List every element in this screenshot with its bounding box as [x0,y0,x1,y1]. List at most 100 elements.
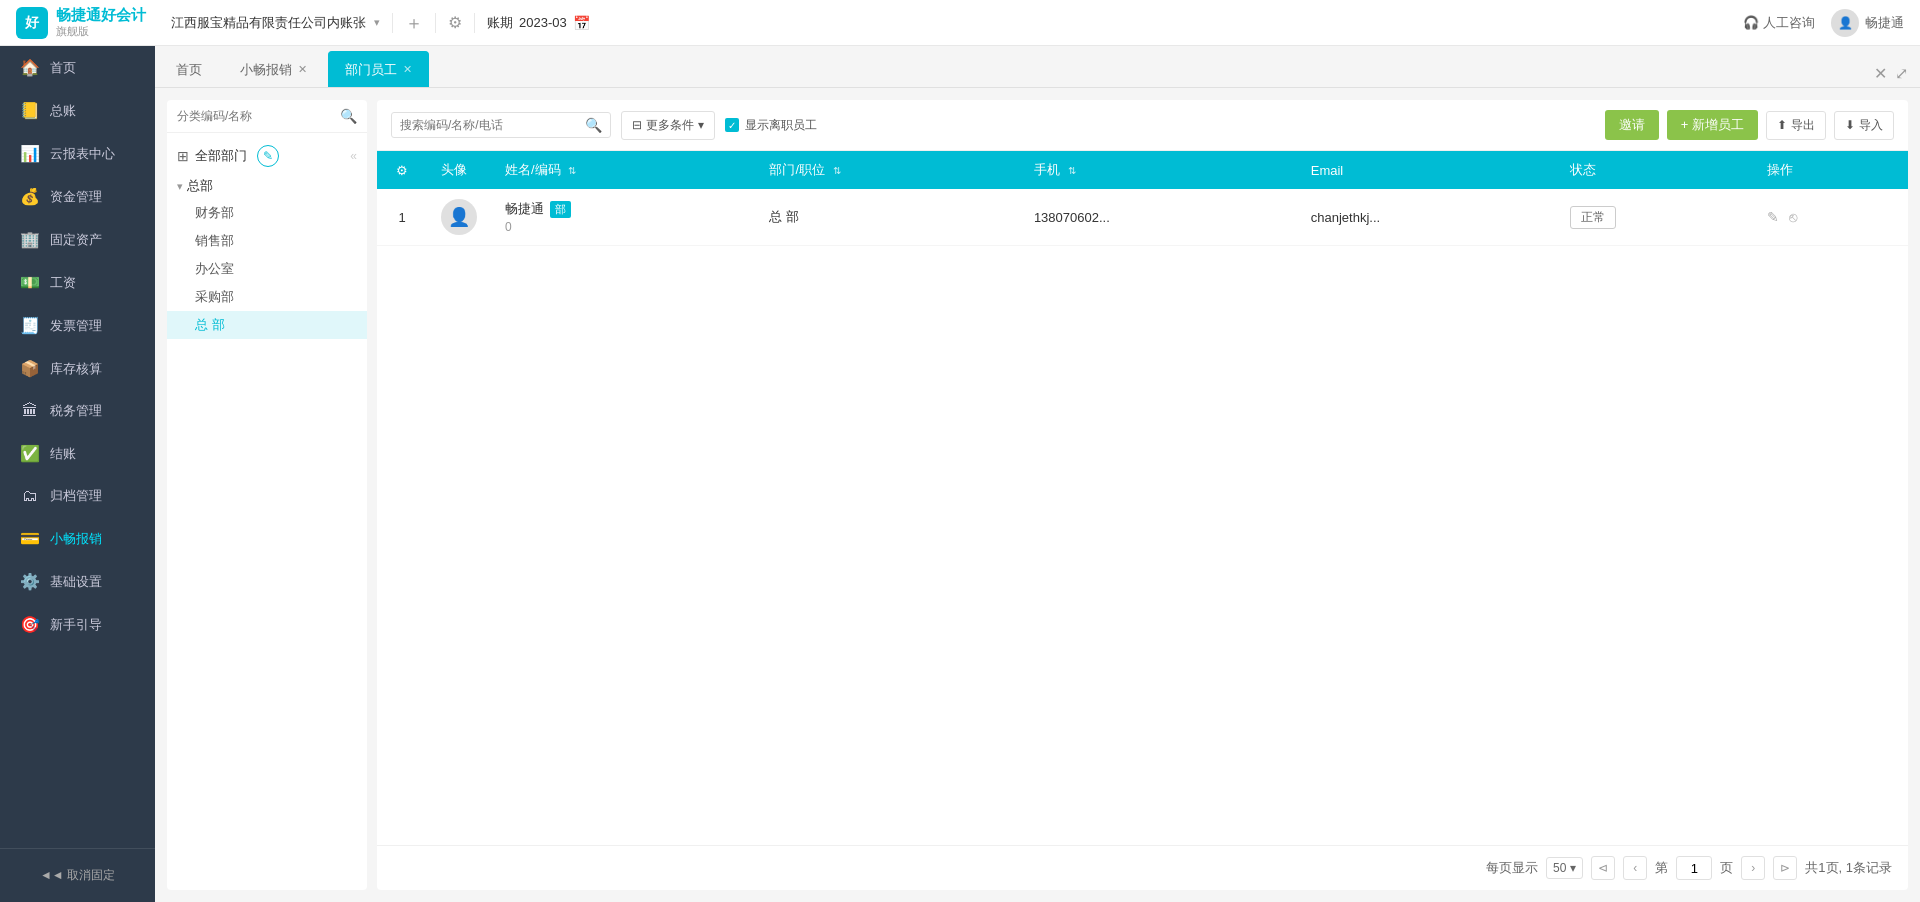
sidebar-item-inventory[interactable]: 📦 库存核算 [0,347,155,390]
page-next-button[interactable]: › [1741,856,1765,880]
tab-xiaochang[interactable]: 小畅报销 ✕ [223,51,324,87]
service-button[interactable]: 🎧 人工咨询 [1743,14,1815,32]
page-input[interactable] [1676,856,1712,880]
per-page-select[interactable]: 50 ▾ [1546,857,1583,879]
show-resigned-checkbox[interactable]: ✓ [725,118,739,132]
cell-mobile: 138070602... [1020,189,1297,246]
sidebar-item-guide[interactable]: 🎯 新手引导 [0,603,155,646]
sidebar-label-salary: 工资 [50,274,76,292]
cell-name: 畅捷通 部 0 [491,189,755,246]
logout-icon[interactable]: ⎋ [1789,209,1797,225]
cancel-fixed-label: ◄◄ 取消固定 [40,867,115,884]
cell-email: chanjethkj... [1297,189,1556,246]
sidebar-item-assets-mgmt[interactable]: 💰 资金管理 [0,175,155,218]
sort-name-icon: ⇅ [568,165,576,176]
filter-arrow-icon: ▾ [698,118,704,132]
assets-mgmt-icon: 💰 [20,187,40,206]
add-employee-button[interactable]: + 新增员工 [1667,110,1758,140]
logo-icon: 好 [16,7,48,39]
dept-child-sales-label: 销售部 [195,233,234,248]
tab-close-all-icon[interactable]: ✕ [1874,64,1887,83]
per-page-label: 每页显示 [1486,859,1538,877]
sidebar-item-reports[interactable]: 📊 云报表中心 [0,132,155,175]
dept-child-office[interactable]: 办公室 [167,255,367,283]
all-dept-item[interactable]: ⊞ 全部部门 ✎ « [167,139,367,173]
dept-search-icon[interactable]: 🔍 [340,108,357,124]
sidebar-item-archive[interactable]: 🗂 归档管理 [0,475,155,517]
sidebar-item-home[interactable]: 🏠 首页 [0,46,155,89]
tab-department[interactable]: 部门员工 ✕ [328,51,429,87]
sidebar-label-assets-mgmt: 资金管理 [50,188,102,206]
page-first-button[interactable]: ⊲ [1591,856,1615,880]
add-company-button[interactable]: ＋ [405,11,423,35]
headset-icon: 🎧 [1743,15,1759,30]
tab-department-close-icon[interactable]: ✕ [403,63,412,76]
sidebar-label-home: 首页 [50,59,76,77]
company-dropdown-icon[interactable]: ▾ [374,16,380,29]
page-prev-button[interactable]: ‹ [1623,856,1647,880]
sidebar-item-tax[interactable]: 🏛 税务管理 [0,390,155,432]
sidebar-item-salary[interactable]: 💵 工资 [0,261,155,304]
tab-xiaochang-close-icon[interactable]: ✕ [298,63,307,76]
collapse-icon[interactable]: « [350,149,357,163]
col-name[interactable]: 姓名/编码 ⇅ [491,151,755,189]
export-label: 导出 [1791,117,1815,134]
dept-child-sales[interactable]: 销售部 [167,227,367,255]
header-sep-2 [435,13,436,33]
sidebar-item-invoice[interactable]: 🧾 发票管理 [0,304,155,347]
table-header-row: ⚙ 头像 姓名/编码 ⇅ 部门/职位 ⇅ 手机 ⇅ Email 状态 操作 [377,151,1908,189]
tax-icon: 🏛 [20,402,40,420]
edition-label: 旗舰版 [56,24,146,39]
dept-edit-button[interactable]: ✎ [257,145,279,167]
header-sep-3 [474,13,475,33]
basic-settings-icon: ⚙️ [20,572,40,591]
tab-expand-icon[interactable]: ⤢ [1895,64,1908,83]
guide-icon: 🎯 [20,615,40,634]
sidebar-item-fixed-assets[interactable]: 🏢 固定资产 [0,218,155,261]
calendar-icon[interactable]: 📅 [573,15,590,31]
sidebar-item-basic-settings[interactable]: ⚙️ 基础设置 [0,560,155,603]
sidebar-item-ledger[interactable]: 📒 总账 [0,89,155,132]
table-row: 1 👤 畅捷通 部 0 [377,189,1908,246]
tab-home[interactable]: 首页 [159,51,219,87]
dept-parent-general[interactable]: ▾ 总部 [167,173,367,199]
col-dept[interactable]: 部门/职位 ⇅ [755,151,1019,189]
col-mobile[interactable]: 手机 ⇅ [1020,151,1297,189]
export-button[interactable]: ⬆ 导出 [1766,111,1826,140]
period-value: 2023-03 [519,15,567,30]
employee-avatar: 👤 [441,199,477,235]
tab-xiaochang-label: 小畅报销 [240,61,292,79]
cell-action: ✎ ⎋ [1753,189,1908,246]
sidebar-item-xiaochang[interactable]: 💳 小畅报销 [0,517,155,560]
status-badge: 正常 [1570,206,1616,229]
action-buttons: ✎ ⎋ [1767,209,1894,225]
page-suffix: 页 [1720,859,1733,877]
show-resigned-toggle[interactable]: ✓ 显示离职员工 [725,117,817,134]
dept-child-finance[interactable]: 财务部 [167,199,367,227]
company-name: 江西服宝精品有限责任公司内账张 [171,14,366,32]
settings-icon[interactable]: ⚙ [448,13,462,32]
employee-search-input[interactable] [400,118,579,132]
cell-num: 1 [377,189,427,246]
user-area[interactable]: 👤 畅捷通 [1831,9,1904,37]
sidebar-label-invoice: 发票管理 [50,317,102,335]
app-name: 畅捷通好会计 [56,6,146,24]
employee-search-icon[interactable]: 🔍 [585,117,602,133]
username: 畅捷通 [1865,14,1904,32]
per-page-value: 50 [1553,861,1566,875]
dept-child-purchase[interactable]: 采购部 [167,283,367,311]
tab-department-label: 部门员工 [345,61,397,79]
filter-button[interactable]: ⊟ 更多条件 ▾ [621,111,715,140]
invite-button[interactable]: 邀请 [1605,110,1659,140]
import-button[interactable]: ⬇ 导入 [1834,111,1894,140]
dept-child-general-sub[interactable]: 总 部 [167,311,367,339]
cell-status: 正常 [1556,189,1753,246]
col-settings[interactable]: ⚙ [377,151,427,189]
cancel-fixed-button[interactable]: ◄◄ 取消固定 [0,859,155,892]
sidebar-label-xiaochang: 小畅报销 [50,530,102,548]
dept-search-input[interactable] [177,109,334,123]
page-content: 🔍 ⊞ 全部部门 ✎ « ▾ 总部 财务部 [155,88,1920,902]
sidebar-item-checkout[interactable]: ✅ 结账 [0,432,155,475]
page-last-button[interactable]: ⊳ [1773,856,1797,880]
edit-icon[interactable]: ✎ [1767,209,1779,225]
